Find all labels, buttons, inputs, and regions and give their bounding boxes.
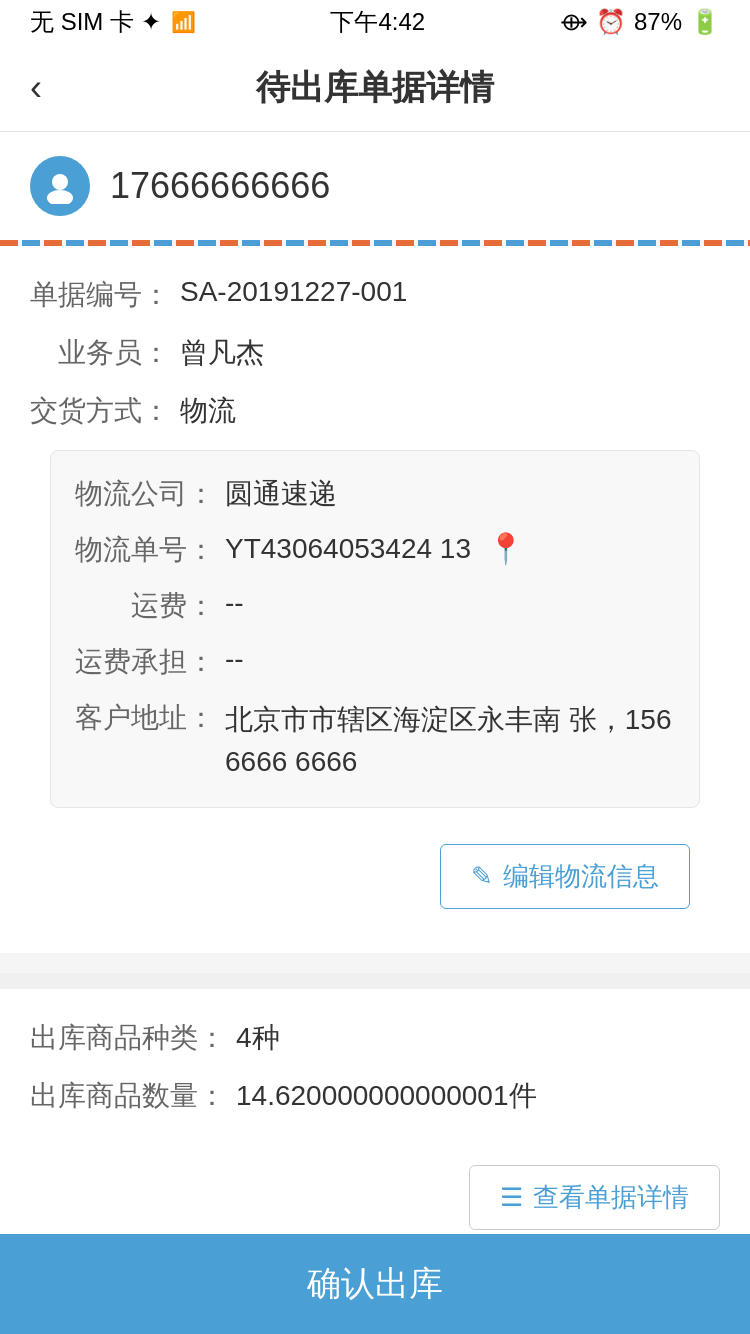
logistics-company-label: 物流公司：: [75, 475, 225, 513]
avatar: [30, 156, 90, 216]
alarm-icon: ⏰: [596, 8, 626, 36]
goods-types-value: 4种: [236, 1019, 280, 1057]
status-left: 无 SIM 卡 ✦ 📶: [30, 6, 196, 38]
logistics-tracking-value: YT43064053424 13 📍: [225, 531, 675, 566]
status-right: ⟴ ⏰ 87% 🔋: [560, 8, 720, 36]
edit-icon: ✎: [471, 861, 493, 892]
battery-icon: 🔋: [690, 8, 720, 36]
tracking-number: YT43064053424 13: [225, 533, 471, 565]
section-divider: [0, 973, 750, 989]
battery-percent: 87%: [634, 8, 682, 36]
freight-value: --: [225, 587, 675, 619]
address-value: 北京市市辖区海淀区永丰南 张，156 6666 6666: [225, 699, 675, 783]
agent-value: 曾凡杰: [180, 334, 720, 372]
goods-quantity-label: 出库商品数量：: [30, 1077, 236, 1115]
edit-logistics-button[interactable]: ✎ 编辑物流信息: [440, 844, 690, 909]
map-pin-icon[interactable]: 📍: [487, 531, 524, 566]
wifi-icon: 📶: [171, 10, 196, 34]
svg-point-1: [47, 190, 73, 204]
delivery-value: 物流: [180, 392, 720, 430]
edit-logistics-label: 编辑物流信息: [503, 859, 659, 894]
logistics-card: 物流公司： 圆通速递 物流单号： YT43064053424 13 📍 运费： …: [50, 450, 700, 808]
confirm-button-label: 确认出库: [307, 1261, 443, 1307]
list-icon: ☰: [500, 1182, 523, 1213]
location-status-icon: ⟴: [560, 8, 588, 36]
freight-label: 运费：: [75, 587, 225, 625]
delivery-row: 交货方式： 物流: [30, 392, 720, 430]
view-details-button[interactable]: ☰ 查看单据详情: [469, 1165, 720, 1230]
view-details-label: 查看单据详情: [533, 1180, 689, 1215]
status-time: 下午4:42: [330, 6, 425, 38]
logistics-company-row: 物流公司： 圆通速递: [75, 475, 675, 513]
address-label: 客户地址：: [75, 699, 225, 737]
logistics-company-value: 圆通速递: [225, 475, 675, 513]
freight-bearer-row: 运费承担： --: [75, 643, 675, 681]
order-no-value: SA-20191227-001: [180, 276, 720, 308]
address-row: 客户地址： 北京市市辖区海淀区永丰南 张，156 6666 6666: [75, 699, 675, 783]
goods-section: 出库商品种类： 4种 出库商品数量： 14.620000000000001件: [0, 989, 750, 1155]
goods-types-label: 出库商品种类：: [30, 1019, 236, 1057]
logistics-tracking-label: 物流单号：: [75, 531, 225, 569]
delivery-label: 交货方式：: [30, 392, 180, 430]
nav-bar: ‹ 待出库单据详情: [0, 44, 750, 132]
svg-point-0: [52, 174, 68, 190]
goods-quantity-value: 14.620000000000001件: [236, 1077, 537, 1115]
order-no-label: 单据编号：: [30, 276, 180, 314]
freight-bearer-value: --: [225, 643, 675, 675]
edit-logistics-area: ✎ 编辑物流信息: [30, 828, 720, 933]
customer-phone: 17666666666: [110, 165, 330, 207]
customer-header: 17666666666: [0, 132, 750, 240]
goods-types-row: 出库商品种类： 4种: [30, 1019, 720, 1057]
order-no-row: 单据编号： SA-20191227-001: [30, 276, 720, 314]
sim-text: 无 SIM 卡 ✦: [30, 6, 161, 38]
freight-row: 运费： --: [75, 587, 675, 625]
logistics-tracking-row: 物流单号： YT43064053424 13 📍: [75, 531, 675, 569]
agent-row: 业务员： 曾凡杰: [30, 334, 720, 372]
confirm-bar[interactable]: 确认出库: [0, 1234, 750, 1334]
freight-bearer-label: 运费承担：: [75, 643, 225, 681]
order-info-section: 单据编号： SA-20191227-001 业务员： 曾凡杰 交货方式： 物流 …: [0, 246, 750, 953]
goods-quantity-row: 出库商品数量： 14.620000000000001件: [30, 1077, 720, 1115]
back-button[interactable]: ‹: [30, 67, 42, 109]
status-bar: 无 SIM 卡 ✦ 📶 下午4:42 ⟴ ⏰ 87% 🔋: [0, 0, 750, 44]
page-title: 待出库单据详情: [256, 65, 494, 111]
agent-label: 业务员：: [30, 334, 180, 372]
